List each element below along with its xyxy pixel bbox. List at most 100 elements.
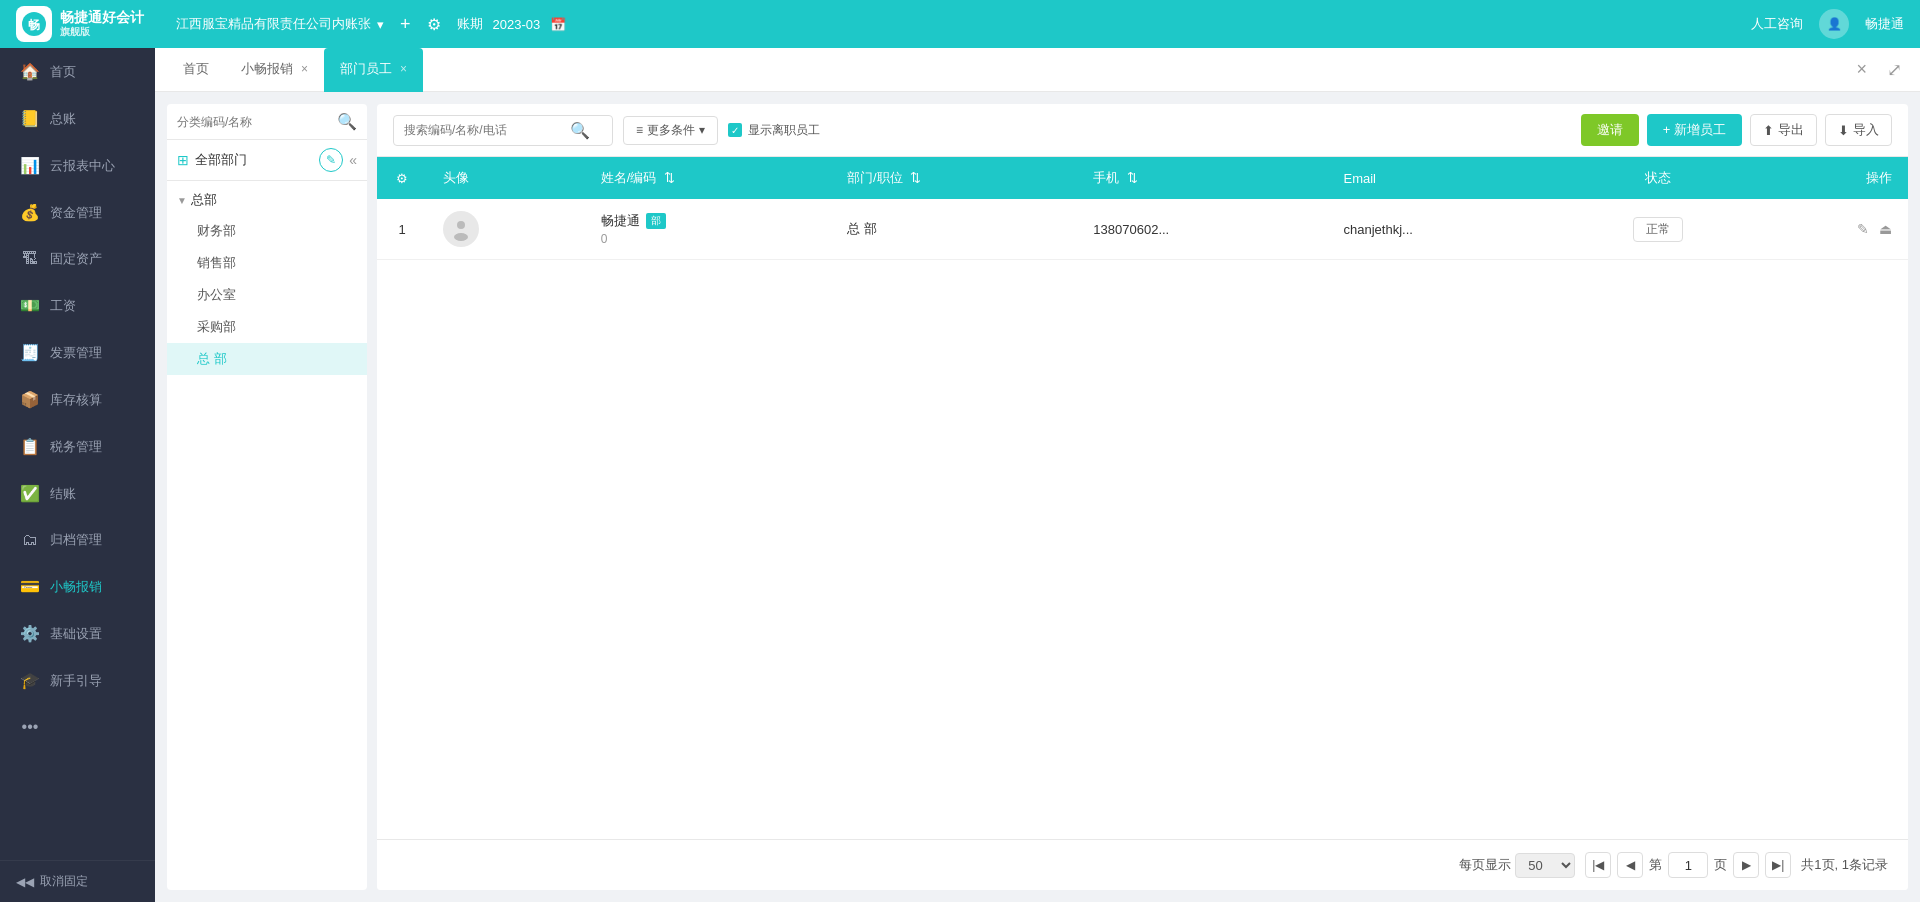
employee-name-text: 畅捷通 [601, 212, 640, 230]
logout-button[interactable]: ⏏ [1879, 221, 1892, 237]
sidebar-item-checkout[interactable]: ✅ 结账 [0, 470, 155, 517]
tabs-bar: 首页 小畅报销 × 部门员工 × × ⤢ [155, 48, 1920, 92]
col-settings[interactable]: ⚙ [377, 157, 427, 199]
page-navigation: |◀ ◀ 第 页 ▶ ▶| [1585, 852, 1791, 878]
top-header: 畅 畅捷通好会计 旗舰版 江西服宝精品有限责任公司内账张 ▾ + ⚙ 账期 20… [0, 0, 1920, 48]
per-page-select[interactable]: 50 100 200 [1515, 853, 1575, 878]
sidebar-item-guide[interactable]: 🎓 新手引导 [0, 657, 155, 704]
sidebar-item-ledger[interactable]: 📒 总账 [0, 95, 155, 142]
svg-point-2 [457, 221, 465, 229]
dept-tree: ▼ 总部 财务部 销售部 办公室 采购部 [167, 181, 367, 890]
sidebar-label-archive: 归档管理 [50, 531, 102, 549]
dept-child-purchase[interactable]: 采购部 [167, 311, 367, 343]
sidebar-label-salary: 工资 [50, 297, 76, 315]
user-label: 畅捷通 [1865, 15, 1904, 33]
app-subtitle: 旗舰版 [60, 25, 144, 39]
sidebar-item-invoice[interactable]: 🧾 发票管理 [0, 329, 155, 376]
show-resigned-checkbox[interactable]: ✓ [728, 123, 742, 137]
page-last-button[interactable]: ▶| [1765, 852, 1791, 878]
sidebar-item-tax[interactable]: 📋 税务管理 [0, 423, 155, 470]
sidebar-item-funds[interactable]: 💰 资金管理 [0, 189, 155, 236]
employee-search-icon[interactable]: 🔍 [570, 121, 590, 140]
tab-department-close[interactable]: × [400, 62, 407, 76]
employee-search-box[interactable]: 🔍 [393, 115, 613, 146]
content-area: 首页 小畅报销 × 部门员工 × × ⤢ 🔍 [155, 48, 1920, 902]
col-dept[interactable]: 部门/职位 ⇅ [831, 157, 1077, 199]
dept-child-office-label: 办公室 [197, 287, 236, 302]
page-next-button[interactable]: ▶ [1733, 852, 1759, 878]
user-icon: 👤 [1827, 17, 1842, 31]
logo-area: 畅 畅捷通好会计 旗舰版 [16, 6, 166, 42]
tab-close-icon[interactable]: × [1850, 57, 1873, 83]
dept-child-sales[interactable]: 销售部 [167, 247, 367, 279]
tab-expense-label: 小畅报销 [241, 60, 293, 78]
sidebar-item-archive[interactable]: 🗂 归档管理 [0, 517, 155, 563]
col-phone[interactable]: 手机 ⇅ [1077, 157, 1327, 199]
cell-phone: 138070602... [1077, 199, 1327, 260]
col-status: 状态 [1563, 157, 1753, 199]
col-dept-sort-icon: ⇅ [910, 170, 921, 185]
action-buttons: ✎ ⏏ [1769, 221, 1892, 237]
cell-avatar [427, 199, 585, 260]
calendar-icon[interactable]: 📅 [550, 17, 566, 32]
support-label[interactable]: 人工咨询 [1751, 15, 1803, 33]
tab-home-label: 首页 [183, 60, 209, 78]
sidebar-item-salary[interactable]: 💵 工资 [0, 282, 155, 329]
invite-button[interactable]: 邀请 [1581, 114, 1639, 146]
employee-search-input[interactable] [404, 123, 564, 137]
edit-button[interactable]: ✎ [1857, 221, 1869, 237]
tab-expense[interactable]: 小畅报销 × [225, 48, 324, 92]
page-prev-button[interactable]: ◀ [1617, 852, 1643, 878]
tab-department[interactable]: 部门员工 × [324, 48, 423, 92]
add-icon[interactable]: + [400, 14, 411, 35]
employee-code: 0 [601, 232, 815, 246]
sidebar-item-settings[interactable]: ⚙️ 基础设置 [0, 610, 155, 657]
dept-search-input[interactable] [177, 115, 331, 129]
dept-child-office[interactable]: 办公室 [167, 279, 367, 311]
import-button[interactable]: ⬇ 导入 [1825, 114, 1892, 146]
dept-child-finance[interactable]: 财务部 [167, 215, 367, 247]
sidebar-label-expense: 小畅报销 [50, 578, 102, 596]
employee-table: ⚙ 头像 姓名/编码 ⇅ 部门/职位 ⇅ [377, 157, 1908, 260]
sidebar-item-reports[interactable]: 📊 云报表中心 [0, 142, 155, 189]
sidebar-label-checkout: 结账 [50, 485, 76, 503]
dept-search-icon[interactable]: 🔍 [337, 112, 357, 131]
invoice-icon: 🧾 [20, 343, 40, 362]
company-selector[interactable]: 江西服宝精品有限责任公司内账张 ▾ [176, 15, 384, 33]
company-dropdown-icon: ▾ [377, 17, 384, 32]
dept-collapse-button[interactable]: « [349, 152, 357, 168]
sidebar-item-fixed-assets[interactable]: 🏗 固定资产 [0, 236, 155, 282]
dept-edit-button[interactable]: ✎ [319, 148, 343, 172]
employee-table-container: ⚙ 头像 姓名/编码 ⇅ 部门/职位 ⇅ [377, 157, 1908, 839]
tab-expense-close[interactable]: × [301, 62, 308, 76]
settings-icon[interactable]: ⚙ [427, 15, 441, 34]
export-label: 导出 [1778, 121, 1804, 139]
col-name[interactable]: 姓名/编码 ⇅ [585, 157, 831, 199]
cancel-pin-button[interactable]: ◀◀ 取消固定 [0, 860, 155, 902]
employee-name-cell: 畅捷通 部 0 [601, 212, 815, 246]
user-avatar[interactable]: 👤 [1819, 9, 1849, 39]
sidebar-item-more[interactable]: ••• [0, 704, 155, 750]
table-header-row: ⚙ 头像 姓名/编码 ⇅ 部门/职位 ⇅ [377, 157, 1908, 199]
page-label: 页 [1714, 856, 1727, 874]
tab-home[interactable]: 首页 [167, 48, 225, 92]
tab-expand-icon[interactable]: ⤢ [1881, 57, 1908, 83]
inner-content: 🔍 ⊞ 全部部门 ✎ « ▼ 总部 财务部 [155, 92, 1920, 902]
dept-child-general[interactable]: 总 部 [167, 343, 367, 375]
page-first-button[interactable]: |◀ [1585, 852, 1611, 878]
sidebar-item-home[interactable]: 🏠 首页 [0, 48, 155, 95]
page-number-input[interactable] [1668, 852, 1708, 878]
show-resigned-toggle[interactable]: ✓ 显示离职员工 [728, 122, 820, 139]
sidebar-label-invoice: 发票管理 [50, 344, 102, 362]
show-resigned-label: 显示离职员工 [748, 122, 820, 139]
col-name-sort-icon: ⇅ [664, 170, 675, 185]
sidebar-item-expense[interactable]: 💳 小畅报销 [0, 563, 155, 610]
sidebar-item-inventory[interactable]: 📦 库存核算 [0, 376, 155, 423]
status-badge: 正常 [1633, 217, 1683, 242]
add-employee-button[interactable]: + 新增员工 [1647, 114, 1742, 146]
checkout-icon: ✅ [20, 484, 40, 503]
cell-actions: ✎ ⏏ [1753, 199, 1908, 260]
svg-point-3 [454, 233, 468, 241]
export-button[interactable]: ⬆ 导出 [1750, 114, 1817, 146]
filter-button[interactable]: ≡ 更多条件 ▾ [623, 116, 718, 145]
